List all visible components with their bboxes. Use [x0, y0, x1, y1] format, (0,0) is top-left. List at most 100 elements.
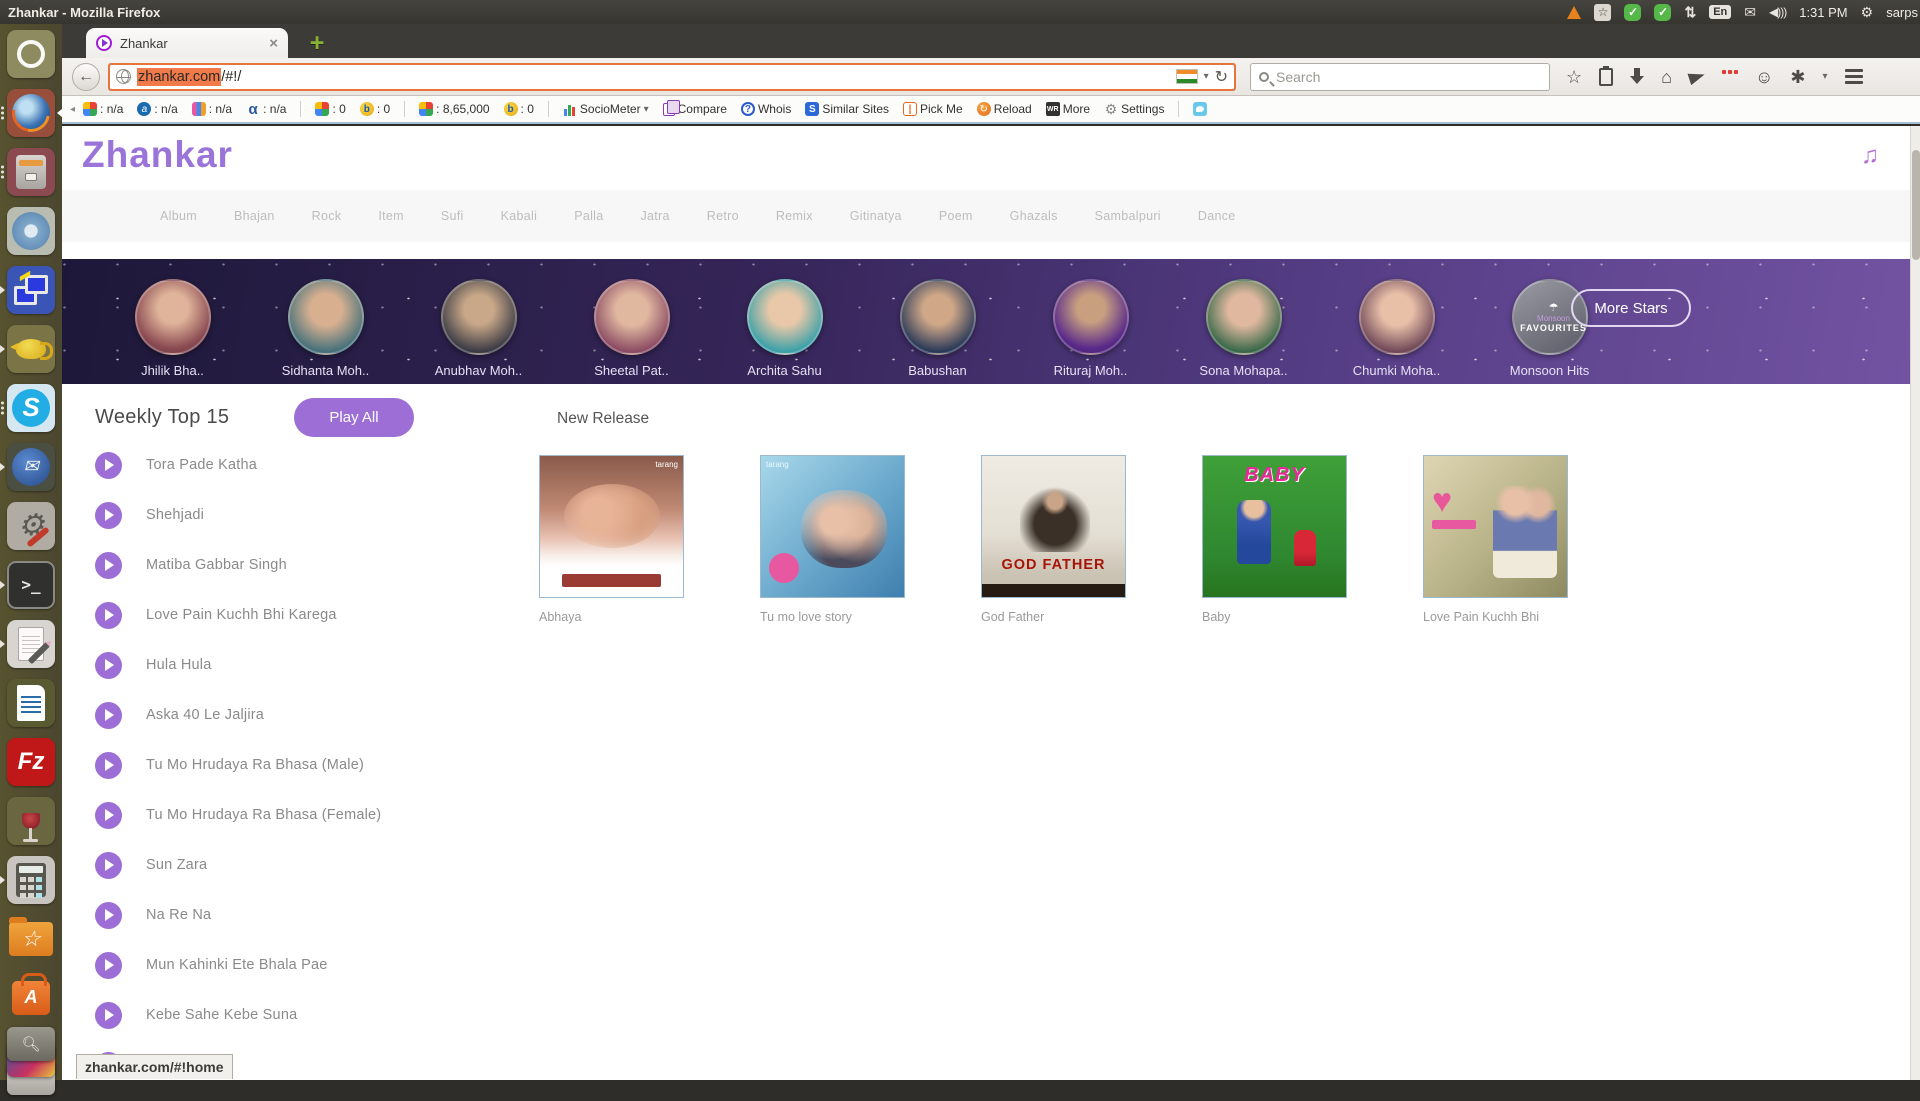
nav-item-kabali[interactable]: Kabali — [501, 209, 538, 223]
launcher-wine[interactable] — [0, 791, 62, 850]
launcher-tea-time[interactable] — [0, 319, 62, 378]
similar-sites-button[interactable]: S Similar Sites — [805, 102, 889, 116]
song-row[interactable]: Tu Mo Hrudaya Ra Bhasa (Male) — [95, 740, 475, 790]
send-tab-icon[interactable] — [1687, 68, 1707, 85]
nav-item-sufi[interactable]: Sufi — [441, 209, 464, 223]
song-row[interactable]: Love Pain Kuchh Bhi Karega — [95, 590, 475, 640]
launcher-chromium[interactable] — [0, 201, 62, 260]
reload-icon[interactable]: ↻ — [1215, 67, 1228, 87]
extension-icon[interactable]: ✱ — [1790, 68, 1805, 86]
message-envelope-icon[interactable]: ✉ — [1744, 0, 1756, 24]
skype-status-icon[interactable]: ✓ — [1624, 3, 1642, 21]
song-row[interactable]: Mun Kahinki Ete Bhala Pae — [95, 940, 475, 990]
play-icon[interactable] — [95, 851, 122, 879]
flag-dropdown-caret-icon[interactable]: ▾ — [1204, 71, 1209, 82]
keyboard-layout-indicator[interactable]: En — [1709, 5, 1732, 19]
album-cover[interactable]: ♥ — [1423, 455, 1568, 598]
session-gear-icon[interactable]: ⚙ — [1861, 0, 1874, 24]
sync-arrows-icon[interactable]: ⇅ — [1684, 0, 1696, 24]
play-all-button[interactable]: Play All — [294, 398, 414, 437]
settings-button[interactable]: ⚙ Settings — [1104, 101, 1165, 117]
search-box[interactable]: Search — [1250, 62, 1550, 91]
star-rituraj[interactable]: Rituraj Moh.. — [1014, 279, 1167, 378]
launcher-favorites-folder[interactable]: ☆ — [0, 909, 62, 968]
launcher-thunderbird[interactable]: ✉ — [0, 437, 62, 496]
scrollbar-thumb[interactable] — [1912, 150, 1920, 260]
new-tab-button[interactable]: + — [302, 29, 332, 57]
metric-alpha[interactable]: α: n/a — [246, 101, 286, 118]
nav-item-sambalpuri[interactable]: Sambalpuri — [1095, 209, 1161, 223]
metric-google-rank[interactable]: : n/a — [83, 102, 123, 116]
play-icon[interactable] — [95, 701, 122, 729]
album-cover[interactable]: BABY — [1202, 455, 1347, 598]
menu-icon[interactable] — [1844, 69, 1863, 84]
volume-icon[interactable]: ◀))) — [1769, 5, 1787, 19]
star-anubhav[interactable]: Anubhav Moh.. — [402, 279, 555, 378]
username[interactable]: sarps — [1886, 5, 1918, 20]
nav-item-rock[interactable]: Rock — [312, 209, 342, 223]
twitter-button[interactable] — [1193, 102, 1208, 116]
back-button[interactable]: ← — [72, 62, 100, 91]
toolbar-collapse-icon[interactable]: ◂ — [70, 104, 75, 115]
nav-item-remix[interactable]: Remix — [776, 209, 813, 223]
tab-zhankar[interactable]: Zhankar × — [86, 28, 288, 58]
launcher-filezilla[interactable]: Fz — [0, 732, 62, 791]
song-row[interactable]: Aska 40 Le Jaljira — [95, 690, 475, 740]
song-row[interactable]: Shehjadi — [95, 490, 475, 540]
star-babushan[interactable]: Babushan — [861, 279, 1014, 378]
play-icon[interactable] — [95, 801, 122, 829]
nav-item-dance[interactable]: Dance — [1198, 209, 1236, 223]
play-icon[interactable] — [95, 901, 122, 929]
star-chumki[interactable]: Chumki Moha.. — [1320, 279, 1473, 378]
song-row[interactable]: Na Re Na — [95, 890, 475, 940]
nav-item-retro[interactable]: Retro — [707, 209, 739, 223]
metric-quantcast[interactable]: : n/a — [191, 102, 232, 116]
song-row[interactable]: Sun Zara — [95, 840, 475, 890]
play-icon[interactable] — [95, 1001, 122, 1029]
launcher-libreoffice-writer[interactable] — [0, 673, 62, 732]
metric-google-links[interactable]: : 8,65,000 — [419, 102, 490, 116]
metric-alexa[interactable]: a: n/a — [137, 102, 178, 116]
launcher-system-settings[interactable]: ⚙ — [0, 496, 62, 555]
more-stars-button[interactable]: More Stars — [1571, 289, 1691, 327]
star-jhilik[interactable]: Jhilik Bha.. — [96, 279, 249, 378]
url-text[interactable]: zhankar.com/#!/ — [137, 67, 241, 86]
folder-star-icon[interactable]: ☆ — [1594, 3, 1612, 21]
reload-toolbar-button[interactable]: ↻ Reload — [976, 102, 1032, 116]
play-icon[interactable] — [95, 751, 122, 779]
launcher-remote-desktop[interactable] — [0, 260, 62, 319]
more-button[interactable]: WR More — [1045, 102, 1090, 116]
play-icon[interactable] — [95, 451, 122, 479]
home-icon[interactable]: ⌂ — [1661, 68, 1672, 86]
launcher-ubuntu-dash[interactable] — [0, 24, 62, 83]
nav-item-item[interactable]: Item — [378, 209, 404, 223]
album-cover[interactable]: tarang — [760, 455, 905, 598]
metric-bing-index[interactable]: b: 0 — [359, 102, 390, 116]
tab-close-icon[interactable]: × — [269, 35, 278, 52]
launcher-terminal[interactable]: >_ — [0, 555, 62, 614]
vlc-icon[interactable] — [1567, 5, 1582, 19]
play-icon[interactable] — [95, 601, 122, 629]
sociometer-menu[interactable]: SocioMeter ▾ — [563, 102, 649, 116]
launcher-calculator[interactable] — [0, 850, 62, 909]
album-cover[interactable]: GOD FATHER — [981, 455, 1126, 598]
play-icon[interactable] — [95, 501, 122, 529]
star-sheetal[interactable]: Sheetal Pat.. — [555, 279, 708, 378]
extension-caret-icon[interactable]: ▾ — [1823, 71, 1828, 82]
launcher-photo-stack[interactable]: 🔍︎ — [0, 1027, 62, 1101]
url-bar[interactable]: zhankar.com/#!/ ▾ ↻ — [108, 62, 1236, 91]
album-baby[interactable]: BABY Baby — [1202, 455, 1347, 624]
metric-bing-links[interactable]: b: 0 — [503, 102, 534, 116]
album-abhaya[interactable]: tarang Abhaya — [539, 455, 684, 624]
clock[interactable]: 1:31 PM — [1799, 5, 1847, 20]
launcher-skype[interactable]: S — [0, 378, 62, 437]
play-icon[interactable] — [95, 651, 122, 679]
launcher-text-editor[interactable] — [0, 614, 62, 673]
nav-item-ghazals[interactable]: Ghazals — [1010, 209, 1058, 223]
site-identity-globe-icon[interactable] — [116, 69, 131, 84]
bookmark-star-icon[interactable]: ☆ — [1566, 68, 1582, 86]
album-love-pain-kuchh-bhi[interactable]: ♥ Love Pain Kuchh Bhi — [1423, 455, 1568, 624]
launcher-software-center[interactable]: A — [0, 968, 62, 1027]
compare-button[interactable]: Compare — [662, 99, 727, 116]
play-icon[interactable] — [95, 951, 122, 979]
